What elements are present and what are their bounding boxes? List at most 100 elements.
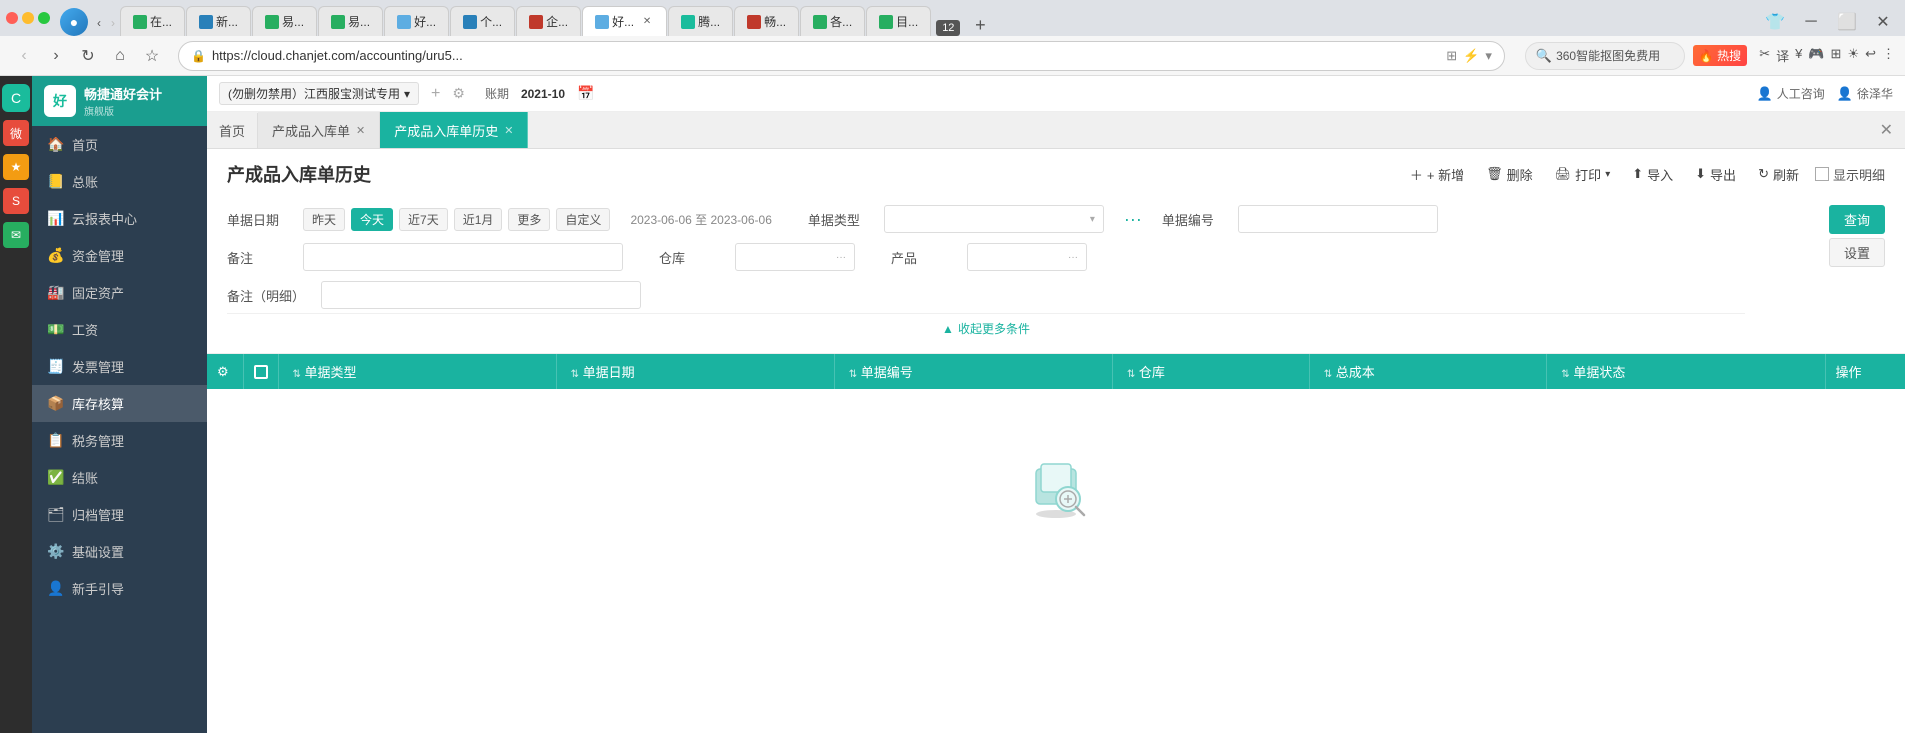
table-col-warehouse[interactable]: ⇅ 仓库: [1112, 354, 1309, 389]
query-btn[interactable]: 查询: [1829, 205, 1885, 234]
table-col-type[interactable]: ⇅ 单据类型: [278, 354, 556, 389]
filter-settings-btn[interactable]: 设置: [1829, 238, 1885, 267]
calendar-icon[interactable]: 📅: [577, 85, 594, 102]
sidebar-item-fixed[interactable]: 🏭 固定资产: [32, 274, 207, 311]
window-minimize-btn[interactable]: [22, 12, 34, 24]
new-tab-btn[interactable]: +: [968, 15, 992, 36]
table-gear-col[interactable]: ⚙: [207, 354, 243, 389]
nav-back-btn[interactable]: ‹: [10, 42, 38, 70]
tab-8-active[interactable]: 好... ✕: [582, 6, 667, 36]
sidebar-item-invoice[interactable]: 🧾 发票管理: [32, 348, 207, 385]
sidebar-item-archive[interactable]: 🗂 归档管理: [32, 496, 207, 533]
date-btn-7days[interactable]: 近7天: [399, 208, 448, 231]
tab-list[interactable]: 产成品入库单 ✕: [258, 112, 380, 148]
mail-icon[interactable]: ✉: [3, 222, 29, 248]
date-btn-yesterday[interactable]: 昨天: [303, 208, 345, 231]
sidebar-item-reports[interactable]: 📊 云报表中心: [32, 200, 207, 237]
scissors-icon[interactable]: ✂: [1759, 46, 1770, 65]
sina-icon[interactable]: S: [3, 188, 29, 214]
display-checkbox[interactable]: [1815, 167, 1829, 181]
window-close-x-icon[interactable]: ✕: [1869, 8, 1897, 36]
delete-btn[interactable]: 🗑 删除: [1480, 162, 1539, 187]
sidebar-item-funds[interactable]: 💰 资金管理: [32, 237, 207, 274]
search-bar[interactable]: 🔍 360智能抠图免费用: [1525, 42, 1685, 70]
nav-refresh-btn[interactable]: ↻: [74, 42, 102, 70]
sidebar-item-home[interactable]: 🏠 首页: [32, 126, 207, 163]
window-close-btn[interactable]: [6, 12, 18, 24]
refresh-btn[interactable]: ↻ 刷新: [1752, 162, 1805, 187]
note-filter-input[interactable]: [303, 243, 623, 271]
currency-icon[interactable]: ¥: [1795, 46, 1802, 65]
date-btn-custom[interactable]: 自定义: [556, 208, 610, 231]
nav-bookmark-btn[interactable]: ☆: [138, 42, 166, 70]
tab-list-close-btn[interactable]: ✕: [356, 124, 365, 137]
window-minimize-icon[interactable]: ─: [1797, 8, 1825, 36]
dropdown-arrow-icon[interactable]: ▾: [1485, 48, 1492, 64]
game-icon[interactable]: 🎮: [1808, 46, 1824, 65]
table-col-cost[interactable]: ⇅ 总成本: [1309, 354, 1547, 389]
window-shirt-icon[interactable]: 👕: [1761, 8, 1789, 36]
sidebar-item-ledger[interactable]: 📒 总账: [32, 163, 207, 200]
tab-12[interactable]: 目...: [866, 6, 931, 36]
tab-3[interactable]: 易...: [252, 6, 317, 36]
tab-5[interactable]: 好...: [384, 6, 449, 36]
table-col-number[interactable]: ⇅ 单据编号: [834, 354, 1112, 389]
tab-1[interactable]: 在...: [120, 6, 185, 36]
type-select[interactable]: ▾: [884, 205, 1104, 233]
user-profile-btn[interactable]: 👤 徐泽华: [1837, 85, 1893, 102]
brightness-icon[interactable]: ☀: [1847, 46, 1859, 65]
print-btn[interactable]: 🖨 打印 ▾: [1549, 162, 1617, 187]
tab-7[interactable]: 企...: [516, 6, 581, 36]
table-col-date[interactable]: ⇅ 单据日期: [556, 354, 834, 389]
grid-icon[interactable]: ⊞: [1446, 48, 1457, 64]
tab-4[interactable]: 易...: [318, 6, 383, 36]
tab-count-badge[interactable]: 12: [936, 20, 960, 36]
type-ellipsis-btn[interactable]: ···: [1120, 209, 1146, 230]
star-sidebar-icon[interactable]: ★: [3, 154, 29, 180]
table-checkbox-col[interactable]: [243, 354, 278, 389]
tab-11[interactable]: 各...: [800, 6, 865, 36]
add-company-btn[interactable]: +: [431, 85, 440, 103]
date-btn-more[interactable]: 更多: [508, 208, 550, 231]
sidebar-item-tax[interactable]: 📋 税务管理: [32, 422, 207, 459]
address-bar[interactable]: 🔒 https://cloud.chanjet.com/accounting/u…: [178, 41, 1505, 71]
company-selector[interactable]: (勿删勿禁用）江西服宝测试专用 ▾: [219, 82, 419, 105]
window-restore-icon[interactable]: ⬜: [1833, 8, 1861, 36]
weibo-icon[interactable]: 微: [3, 120, 29, 146]
note-detail-input[interactable]: [321, 281, 641, 309]
product-select[interactable]: ···: [967, 243, 1087, 271]
home-breadcrumb-tab[interactable]: 首页: [207, 113, 258, 148]
collapse-bar[interactable]: ▲ 收起更多条件: [227, 313, 1745, 343]
company-settings-icon[interactable]: ⚙: [452, 85, 465, 102]
sidebar-item-salary[interactable]: 💵 工资: [32, 311, 207, 348]
app-logo-icon[interactable]: C: [2, 84, 30, 112]
tab-9[interactable]: 腾...: [668, 6, 733, 36]
window-maximize-btn[interactable]: [38, 12, 50, 24]
flash-icon[interactable]: ⚡: [1463, 48, 1479, 64]
import-btn[interactable]: ⬆ 导入: [1626, 162, 1679, 187]
table-col-status[interactable]: ⇅ 单据状态: [1547, 354, 1825, 389]
tab-2[interactable]: 新...: [186, 6, 251, 36]
user-service-btn[interactable]: 👤 人工咨询: [1757, 85, 1825, 102]
export-btn[interactable]: ⬇ 导出: [1689, 162, 1742, 187]
sidebar-item-newentry[interactable]: 👤 新手引导: [32, 570, 207, 607]
sidebar-item-checkout[interactable]: ✅ 结账: [32, 459, 207, 496]
nav-forward-btn[interactable]: ›: [42, 42, 70, 70]
hot-search-badge[interactable]: 🔥 热搜: [1693, 45, 1747, 66]
sidebar-item-basic[interactable]: ⚙️ 基础设置: [32, 533, 207, 570]
date-btn-1month[interactable]: 近1月: [454, 208, 503, 231]
nav-back-tab[interactable]: ‹: [92, 10, 106, 36]
content-close-btn[interactable]: ✕: [1868, 120, 1905, 140]
number-filter-input[interactable]: [1238, 205, 1438, 233]
tab-history-close-btn[interactable]: ✕: [504, 124, 513, 137]
layout-icon[interactable]: ⊞: [1831, 46, 1842, 65]
tab-8-close-btn[interactable]: ✕: [640, 15, 654, 29]
table-gear-icon[interactable]: ⚙: [217, 364, 229, 379]
tab-history[interactable]: 产成品入库单历史 ✕: [380, 112, 528, 148]
translate-icon[interactable]: 译: [1776, 46, 1789, 65]
tab-6[interactable]: 个...: [450, 6, 515, 36]
warehouse-select[interactable]: ···: [735, 243, 855, 271]
date-btn-today[interactable]: 今天: [351, 208, 393, 231]
table-select-all-checkbox[interactable]: [254, 365, 268, 379]
sidebar-item-inventory[interactable]: 📦 库存核算: [32, 385, 207, 422]
